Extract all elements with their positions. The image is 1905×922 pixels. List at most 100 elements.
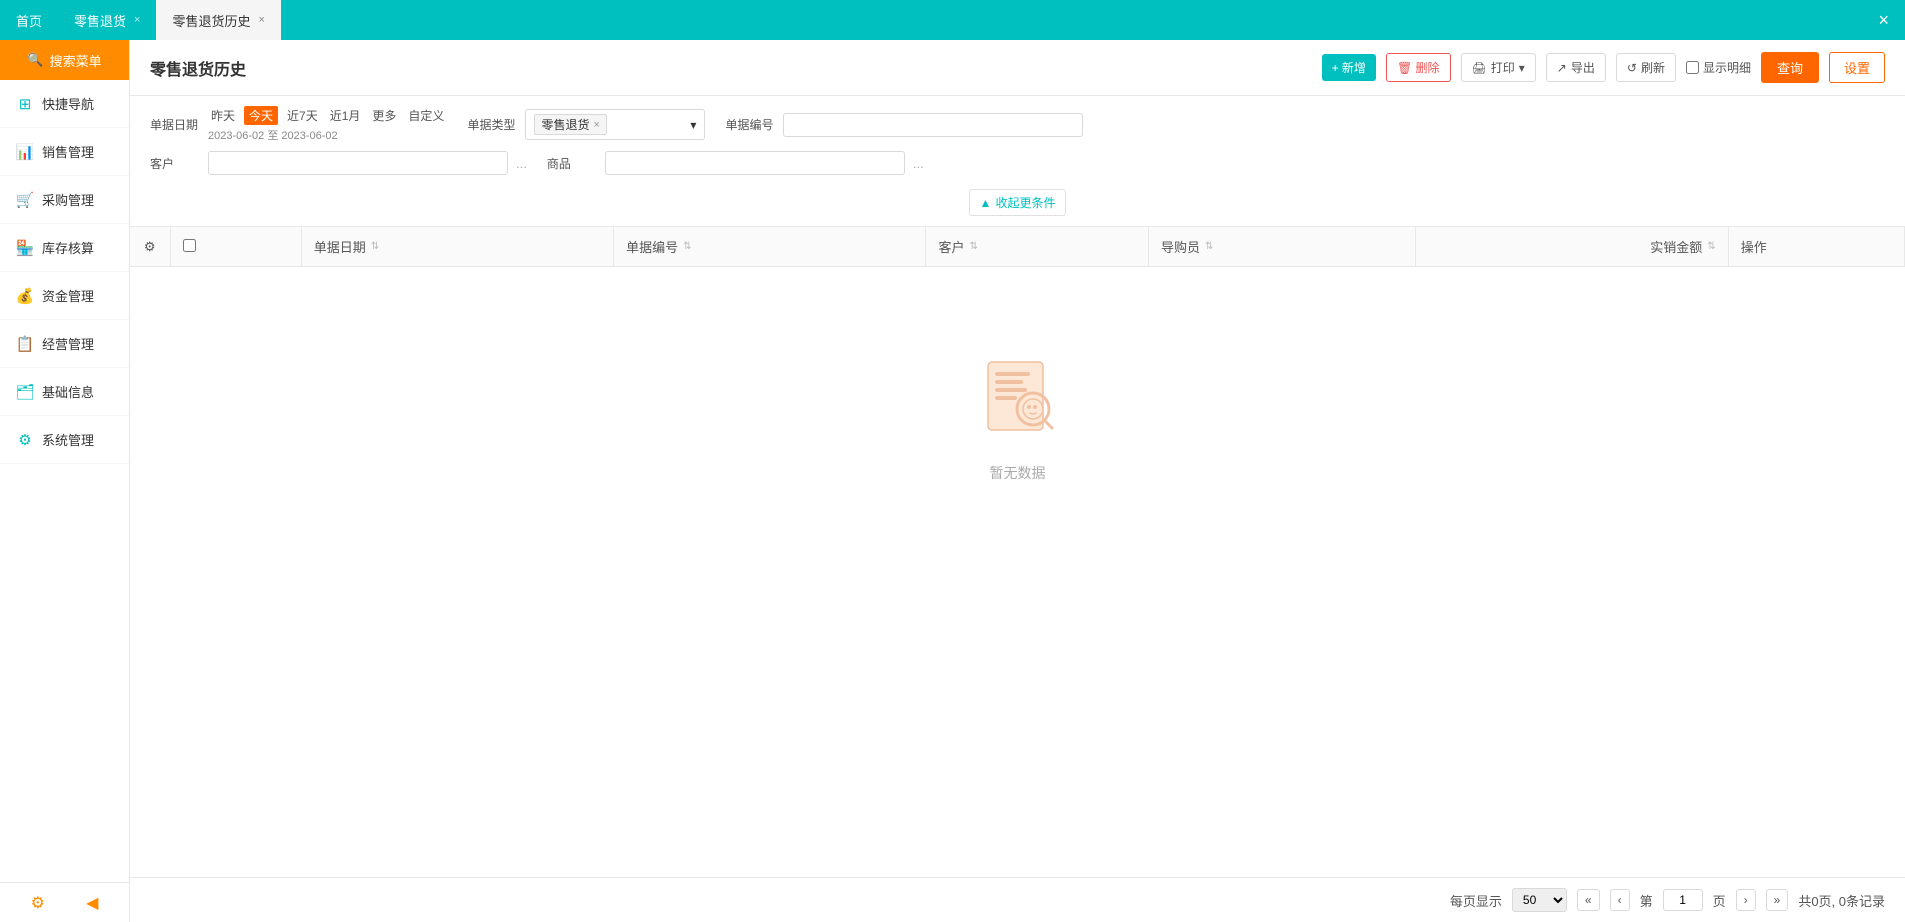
tab-home[interactable]: 首页 xyxy=(0,0,58,40)
sort-guide-icon[interactable]: ⇅ xyxy=(1205,241,1213,252)
sort-customer-icon[interactable]: ⇅ xyxy=(969,241,977,252)
tab-retail-return-history[interactable]: 零售退货历史× xyxy=(156,0,280,40)
page-size-select[interactable]: 102050100 xyxy=(1512,888,1567,912)
date-range-display: 2023-06-02 至 2023-06-02 xyxy=(208,127,447,143)
nav-icon-basic-info: 🗂 xyxy=(16,383,34,401)
date-shortcuts: 昨天今天近7天近1月更多自定义 xyxy=(208,106,447,125)
setting-button[interactable]: 设置 xyxy=(1829,52,1885,83)
empty-state: 暂无数据 xyxy=(130,267,1905,563)
goods-input[interactable] xyxy=(605,151,905,175)
nav-icon-sales-mgmt: 📊 xyxy=(16,143,34,161)
nav-icon-operation-mgmt: 📋 xyxy=(16,335,34,353)
sort-doc-no-icon[interactable]: ⇅ xyxy=(683,241,691,252)
nav-label-basic-info: 基础信息 xyxy=(42,382,94,401)
date-shortcut-more[interactable]: 更多 xyxy=(369,106,399,125)
doc-no-filter: 单据编号 xyxy=(725,113,1083,137)
select-all-checkbox[interactable] xyxy=(183,239,196,252)
table-header: ⚙ 单据日期 ⇅ 单据编号 xyxy=(130,227,1905,267)
sidebar-item-basic-info[interactable]: 🗂 基础信息 xyxy=(0,368,129,416)
last-page-button[interactable]: » xyxy=(1766,889,1789,911)
refresh-label: 刷新 xyxy=(1641,59,1665,76)
search-icon: 🔍 xyxy=(27,52,43,68)
sort-doc-date-icon[interactable]: ⇅ xyxy=(371,241,379,252)
nav-label-finance-mgmt: 资金管理 xyxy=(42,286,94,305)
sidebar-item-operation-mgmt[interactable]: 📋 经营管理 xyxy=(0,320,129,368)
sidebar-item-sys-mgmt[interactable]: ⚙ 系统管理 xyxy=(0,416,129,464)
notification-footer-icon[interactable]: ◀ xyxy=(86,893,98,913)
query-button[interactable]: 查询 xyxy=(1761,52,1819,83)
export-icon: ↗ xyxy=(1557,61,1567,75)
table-container: ⚙ 单据日期 ⇅ 单据编号 xyxy=(130,227,1905,877)
doc-type-tag: 零售退货 × xyxy=(534,114,606,135)
filter-area: 单据日期 昨天今天近7天近1月更多自定义 2023-06-02 至 2023-06… xyxy=(130,96,1905,227)
nav-label-sales-mgmt: 销售管理 xyxy=(42,142,94,161)
date-shortcut-today[interactable]: 今天 xyxy=(244,106,278,125)
nav-label-sys-mgmt: 系统管理 xyxy=(42,430,94,449)
show-detail-input[interactable] xyxy=(1686,61,1699,74)
header-actions: + 新增 🗑 删除 🖨 打印 ▾ ↗ 导出 ↺ 刷新 显示明细 xyxy=(1322,52,1885,83)
next-page-button[interactable]: › xyxy=(1736,889,1756,911)
date-shortcut-custom[interactable]: 自定义 xyxy=(405,106,447,125)
th-guide: 导购员 ⇅ xyxy=(1148,227,1415,267)
sidebar: 🔍 搜索菜单 ⊞ 快捷导航 📊 销售管理 🛒 采购管理 🏪 库存核算 💰 资金管… xyxy=(0,40,130,922)
nav-icon-inventory: 🏪 xyxy=(16,239,34,257)
add-button[interactable]: + 新增 xyxy=(1322,54,1376,81)
th-settings: ⚙ xyxy=(130,227,170,267)
tab-close-retail-return-history[interactable]: × xyxy=(258,14,264,26)
doc-type-tag-value: 零售退货 xyxy=(541,116,589,133)
refresh-button[interactable]: ↺ 刷新 xyxy=(1616,53,1676,82)
table-settings-icon[interactable]: ⚙ xyxy=(144,239,156,254)
tab-label-retail-return: 零售退货 xyxy=(74,11,126,30)
doc-no-input[interactable] xyxy=(783,113,1083,137)
th-doc-date: 单据日期 ⇅ xyxy=(301,227,613,267)
nav-icon-quick-nav: ⊞ xyxy=(16,95,34,113)
date-filter: 单据日期 昨天今天近7天近1月更多自定义 2023-06-02 至 2023-06… xyxy=(150,106,447,143)
th-customer: 客户 ⇅ xyxy=(926,227,1149,267)
sidebar-search-button[interactable]: 🔍 搜索菜单 xyxy=(0,40,129,80)
page-label: 第 xyxy=(1640,891,1653,910)
show-detail-checkbox[interactable]: 显示明细 xyxy=(1686,59,1751,76)
date-filter-label: 单据日期 xyxy=(150,116,200,133)
sidebar-item-quick-nav[interactable]: ⊞ 快捷导航 xyxy=(0,80,129,128)
collapse-label: 收起更条件 xyxy=(995,194,1055,211)
sidebar-item-sales-mgmt[interactable]: 📊 销售管理 xyxy=(0,128,129,176)
sidebar-item-inventory[interactable]: 🏪 库存核算 xyxy=(0,224,129,272)
print-label: 打印 xyxy=(1491,59,1515,76)
collapse-button[interactable]: ▲ 收起更条件 xyxy=(969,189,1067,216)
nav-label-operation-mgmt: 经营管理 xyxy=(42,334,94,353)
tab-close-retail-return[interactable]: × xyxy=(134,14,140,26)
th-doc-no: 单据编号 ⇅ xyxy=(614,227,926,267)
th-actions: 操作 xyxy=(1728,227,1904,267)
pagination-bar: 每页显示 102050100 « ‹ 第 页 › » 共0页, 0条记录 xyxy=(130,877,1905,922)
collapse-icon: ▲ xyxy=(980,196,992,210)
empty-state-illustration xyxy=(968,347,1068,447)
delete-button[interactable]: 🗑 删除 xyxy=(1386,53,1451,82)
table-header-row: ⚙ 单据日期 ⇅ 单据编号 xyxy=(130,227,1905,267)
th-actual-amount: 实销金额 ⇅ xyxy=(1416,227,1728,267)
prev-page-button[interactable]: ‹ xyxy=(1610,889,1630,911)
date-shortcut-last7[interactable]: 近7天 xyxy=(284,106,321,125)
sidebar-item-finance-mgmt[interactable]: 💰 资金管理 xyxy=(0,272,129,320)
window-close-button[interactable]: × xyxy=(1862,10,1905,31)
customer-input[interactable] xyxy=(208,151,508,175)
current-page-input[interactable] xyxy=(1663,889,1703,911)
nav-icon-finance-mgmt: 💰 xyxy=(16,287,34,305)
settings-footer-icon[interactable]: ⚙ xyxy=(31,893,45,913)
goods-ellipsis: ... xyxy=(913,156,924,171)
nav-label-purchase-mgmt: 采购管理 xyxy=(42,190,94,209)
doc-type-select[interactable]: 零售退货 × ▾ xyxy=(525,109,705,140)
tab-retail-return[interactable]: 零售退货 × xyxy=(58,0,156,40)
doc-type-tag-close[interactable]: × xyxy=(593,119,599,131)
first-page-button[interactable]: « xyxy=(1577,889,1600,911)
customer-ellipsis: ... xyxy=(516,156,527,171)
nav-label-quick-nav: 快捷导航 xyxy=(42,94,94,113)
date-shortcut-last1m[interactable]: 近1月 xyxy=(327,106,364,125)
date-shortcut-yesterday[interactable]: 昨天 xyxy=(208,106,238,125)
print-button[interactable]: 🖨 打印 ▾ xyxy=(1461,53,1536,82)
sidebar-search-label: 搜索菜单 xyxy=(50,51,102,70)
sort-amount-icon[interactable]: ⇅ xyxy=(1707,241,1715,252)
export-button[interactable]: ↗ 导出 xyxy=(1546,53,1606,82)
nav-label-inventory: 库存核算 xyxy=(42,238,94,257)
main-layout: 🔍 搜索菜单 ⊞ 快捷导航 📊 销售管理 🛒 采购管理 🏪 库存核算 💰 资金管… xyxy=(0,40,1905,922)
sidebar-item-purchase-mgmt[interactable]: 🛒 采购管理 xyxy=(0,176,129,224)
